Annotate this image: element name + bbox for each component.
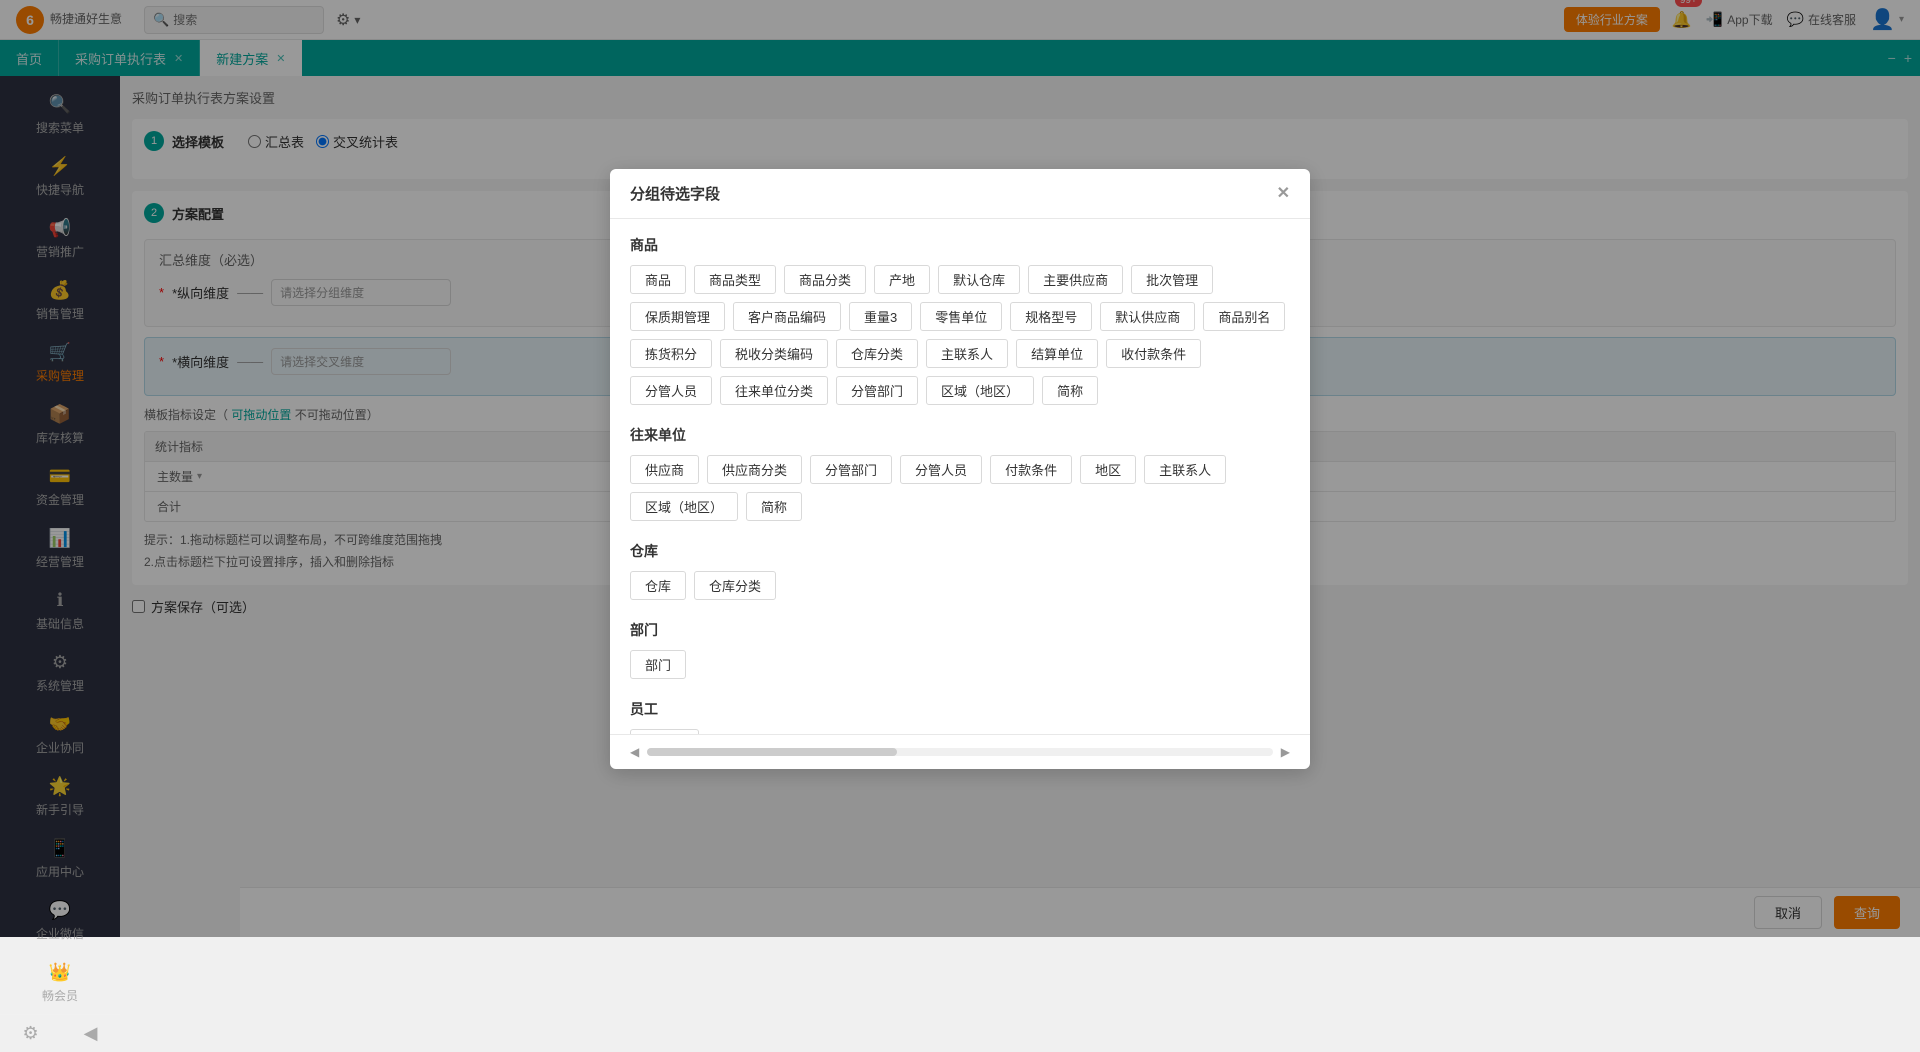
- field-tag-1-0[interactable]: 供应商: [630, 455, 699, 484]
- field-tag-0-8[interactable]: 客户商品编码: [733, 302, 841, 331]
- field-tag-1-4[interactable]: 付款条件: [990, 455, 1072, 484]
- field-tags-3: 部门: [630, 650, 1290, 679]
- field-group-title-1: 往来单位: [630, 425, 1290, 445]
- field-tag-0-11[interactable]: 规格型号: [1010, 302, 1092, 331]
- field-tag-0-3[interactable]: 产地: [874, 265, 930, 294]
- field-tag-0-14[interactable]: 拣货积分: [630, 339, 712, 368]
- member-icon: 👑: [49, 962, 71, 983]
- modal-title: 分组待选字段: [630, 183, 720, 204]
- field-tag-0-21[interactable]: 往来单位分类: [720, 376, 828, 405]
- field-tag-1-5[interactable]: 地区: [1080, 455, 1136, 484]
- modal-header: 分组待选字段 ✕: [610, 169, 1310, 219]
- field-group-title-3: 部门: [630, 620, 1290, 640]
- sidebar-collapse-btn[interactable]: ◀: [84, 1023, 98, 1044]
- modal-close-button[interactable]: ✕: [1277, 183, 1290, 203]
- field-tag-0-18[interactable]: 结算单位: [1016, 339, 1098, 368]
- modal-body: 商品商品商品类型商品分类产地默认仓库主要供应商批次管理保质期管理客户商品编码重量…: [610, 219, 1310, 734]
- field-tags-2: 仓库仓库分类: [630, 571, 1290, 600]
- field-tag-1-8[interactable]: 简称: [746, 492, 802, 521]
- modal-footer: ◀ ▶: [610, 734, 1310, 769]
- field-tag-1-1[interactable]: 供应商分类: [707, 455, 802, 484]
- sidebar-member-label: 畅会员: [42, 987, 78, 1004]
- field-tag-1-2[interactable]: 分管部门: [810, 455, 892, 484]
- field-tag-1-3[interactable]: 分管人员: [900, 455, 982, 484]
- field-group-4: 员工业务员: [630, 699, 1290, 734]
- field-tag-0-6[interactable]: 批次管理: [1131, 265, 1213, 294]
- field-tag-0-22[interactable]: 分管部门: [836, 376, 918, 405]
- field-group-3: 部门部门: [630, 620, 1290, 679]
- scroll-left-icon[interactable]: ◀: [630, 745, 639, 759]
- field-tag-0-10[interactable]: 零售单位: [920, 302, 1002, 331]
- field-tag-1-6[interactable]: 主联系人: [1144, 455, 1226, 484]
- field-group-title-0: 商品: [630, 235, 1290, 255]
- field-tag-0-24[interactable]: 简称: [1042, 376, 1098, 405]
- field-tag-0-20[interactable]: 分管人员: [630, 376, 712, 405]
- sidebar-settings-btn[interactable]: ⚙: [23, 1023, 39, 1044]
- field-tags-0: 商品商品类型商品分类产地默认仓库主要供应商批次管理保质期管理客户商品编码重量3 零…: [630, 265, 1290, 405]
- field-tag-0-9[interactable]: 重量3: [849, 302, 912, 331]
- field-tag-0-4[interactable]: 默认仓库: [938, 265, 1020, 294]
- field-tag-0-15[interactable]: 税收分类编码: [720, 339, 828, 368]
- sidebar-item-member[interactable]: 👑 畅会员: [0, 952, 120, 1014]
- field-tag-0-0[interactable]: 商品: [630, 265, 686, 294]
- modal-overlay[interactable]: 分组待选字段 ✕ 商品商品商品类型商品分类产地默认仓库主要供应商批次管理保质期管…: [0, 0, 1920, 937]
- scrollbar-thumb: [647, 748, 897, 756]
- field-group-1: 往来单位供应商供应商分类分管部门分管人员付款条件地区主联系人区域（地区） 简称: [630, 425, 1290, 521]
- horizontal-scrollbar[interactable]: [647, 748, 1273, 756]
- field-tag-0-23[interactable]: 区域（地区）: [926, 376, 1034, 405]
- modal: 分组待选字段 ✕ 商品商品商品类型商品分类产地默认仓库主要供应商批次管理保质期管…: [610, 169, 1310, 769]
- field-tag-1-7[interactable]: 区域（地区）: [630, 492, 738, 521]
- field-tag-2-0[interactable]: 仓库: [630, 571, 686, 600]
- field-group-0: 商品商品商品类型商品分类产地默认仓库主要供应商批次管理保质期管理客户商品编码重量…: [630, 235, 1290, 405]
- field-group-title-2: 仓库: [630, 541, 1290, 561]
- field-tag-0-1[interactable]: 商品类型: [694, 265, 776, 294]
- field-tags-1: 供应商供应商分类分管部门分管人员付款条件地区主联系人区域（地区） 简称: [630, 455, 1290, 521]
- field-tag-0-19[interactable]: 收付款条件: [1106, 339, 1201, 368]
- field-group-title-4: 员工: [630, 699, 1290, 719]
- field-tag-0-16[interactable]: 仓库分类: [836, 339, 918, 368]
- field-tag-0-13[interactable]: 商品别名: [1203, 302, 1285, 331]
- field-group-2: 仓库仓库仓库分类: [630, 541, 1290, 600]
- field-tag-3-0[interactable]: 部门: [630, 650, 686, 679]
- field-tag-0-5[interactable]: 主要供应商: [1028, 265, 1123, 294]
- field-tag-0-7[interactable]: 保质期管理: [630, 302, 725, 331]
- field-tag-0-17[interactable]: 主联系人: [926, 339, 1008, 368]
- scroll-right-icon[interactable]: ▶: [1281, 745, 1290, 759]
- sidebar-bottom: ⚙ ◀: [0, 1014, 120, 1052]
- field-tag-0-12[interactable]: 默认供应商: [1100, 302, 1195, 331]
- field-tag-2-1[interactable]: 仓库分类: [694, 571, 776, 600]
- field-tag-0-2[interactable]: 商品分类: [784, 265, 866, 294]
